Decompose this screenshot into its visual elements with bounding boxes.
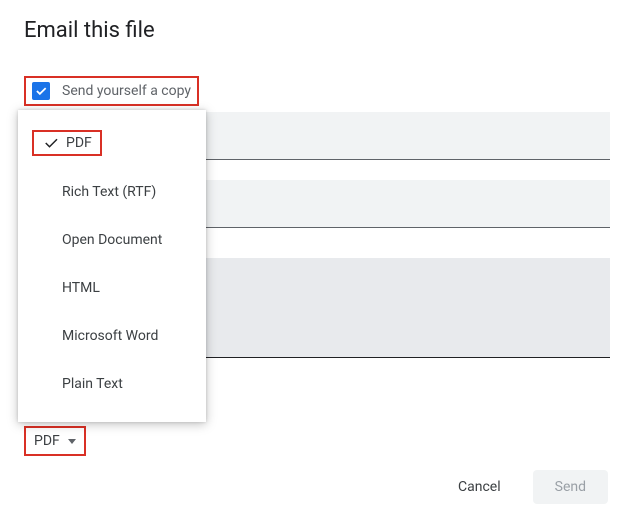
send-button[interactable]: Send [533, 470, 608, 504]
format-option-label: Microsoft Word [62, 324, 158, 348]
dialog-title: Email this file [0, 0, 624, 57]
dialog-footer: Cancel Send [436, 470, 608, 504]
format-option-label: Rich Text (RTF) [62, 180, 156, 204]
format-option-label: Plain Text [62, 372, 123, 396]
format-dropdown-menu: PDF Rich Text (RTF) Open Document HTML M… [18, 110, 206, 422]
dialog-body: Send yourself a copy ogle Docs- Hridoy o… [0, 62, 624, 106]
format-option-microsoft-word[interactable]: Microsoft Word [18, 312, 206, 360]
format-option-label: PDF [66, 135, 92, 151]
cancel-button[interactable]: Cancel [436, 470, 523, 504]
send-yourself-copy-label: Send yourself a copy [62, 83, 191, 99]
format-option-plain-text[interactable]: Plain Text [18, 360, 206, 408]
format-option-rtf[interactable]: Rich Text (RTF) [18, 168, 206, 216]
format-option-html[interactable]: HTML [18, 264, 206, 312]
format-dropdown-trigger[interactable]: PDF [24, 426, 86, 456]
format-dropdown-label: PDF [34, 433, 60, 449]
format-option-label: Open Document [62, 228, 162, 252]
format-option-label: HTML [62, 276, 100, 300]
send-yourself-copy-row: Send yourself a copy [24, 76, 199, 106]
format-option-open-document[interactable]: Open Document [18, 216, 206, 264]
caret-down-icon [68, 439, 76, 444]
checkmark-icon [34, 84, 48, 98]
format-option-pdf[interactable]: PDF [18, 118, 206, 168]
send-yourself-copy-checkbox[interactable] [32, 82, 50, 100]
check-icon [42, 134, 66, 152]
